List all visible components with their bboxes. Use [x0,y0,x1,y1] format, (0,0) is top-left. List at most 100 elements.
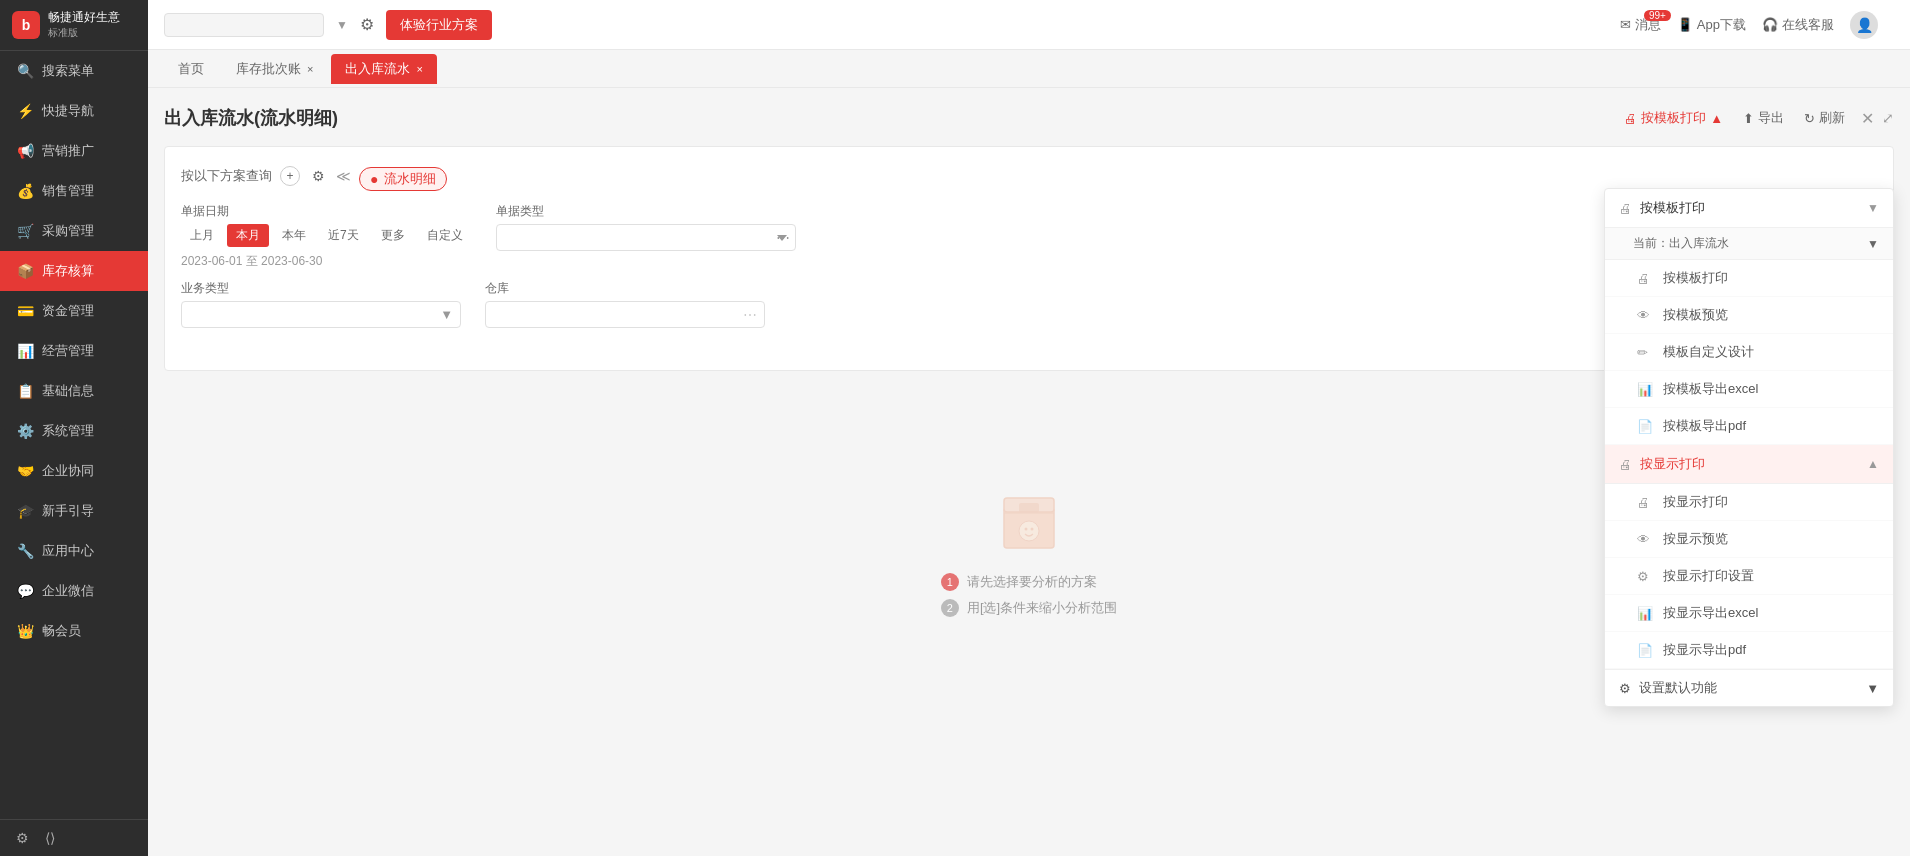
user-avatar[interactable]: 👤 [1850,11,1878,39]
date-btn-more[interactable]: 更多 [372,224,414,247]
hint-1-num: 1 [941,573,959,591]
dropdown-item-display-print[interactable]: 🖨 按显示打印 [1605,484,1893,521]
page-content: 出入库流水(流水明细) 🖨 按模板打印 ▲ ⬆ 导出 ↻ 刷新 [148,88,1910,856]
refresh-icon: ↻ [1804,111,1815,126]
window-expand-btn[interactable]: ⤢ [1882,110,1894,126]
sidebar-item-marketing[interactable]: 📢 营销推广 [0,131,148,171]
topbar-app-btn[interactable]: 📱 App下载 [1677,16,1746,34]
dropdown-item-template-pdf[interactable]: 📄 按模板导出pdf [1605,408,1893,445]
sidebar-item-operations[interactable]: 📊 经营管理 [0,331,148,371]
window-close-btn[interactable]: ✕ [1861,109,1874,128]
batch-tab-close[interactable]: × [307,63,313,75]
sidebar-item-label: 企业微信 [42,582,94,600]
display-preview-label: 按显示预览 [1663,530,1728,548]
apps-icon: 🔧 [16,542,34,560]
basic-icon: 📋 [16,382,34,400]
display-settings-label: 按显示打印设置 [1663,567,1754,585]
flow-tab-close[interactable]: × [416,63,422,75]
topbar-msg-btn[interactable]: ✉ 消息 99+ [1620,16,1661,34]
tab-batch[interactable]: 库存批次账 × [222,54,327,84]
template-section-arrow: ▼ [1867,201,1879,215]
display-print-item-label: 按显示打印 [1663,493,1728,511]
dropdown-footer[interactable]: ⚙ 设置默认功能 ▼ [1605,669,1893,706]
date-filter-group: 单据日期 上月 本月 本年 近7天 更多 自定义 2023-06-01 至 20… [181,203,472,270]
sidebar: b 畅捷通好生意 标准版 🔍 搜索菜单 ⚡ 快捷导航 📢 营销推广 💰 销售管理… [0,0,148,856]
date-btn-7days[interactable]: 近7天 [319,224,368,247]
sidebar-item-corp[interactable]: 🤝 企业协同 [0,451,148,491]
template-custom-label: 模板自定义设计 [1663,343,1754,361]
sidebar-item-search[interactable]: 🔍 搜索菜单 [0,51,148,91]
export-btn[interactable]: ⬆ 导出 [1735,104,1792,132]
sidebar-item-label: 应用中心 [42,542,94,560]
display-print-section-header[interactable]: 🖨 按显示打印 ▲ [1605,445,1893,484]
topbar-search-input[interactable] [164,13,324,37]
printer-icon-display: 🖨 [1619,457,1632,472]
template-excel-label: 按模板导出excel [1663,380,1758,398]
app-name-block: 畅捷通好生意 标准版 [48,10,120,40]
industry-btn[interactable]: 体验行业方案 [386,10,492,40]
sales-icon: 💰 [16,182,34,200]
date-btn-this-month[interactable]: 本月 [227,224,269,247]
doctype-select[interactable] [496,224,796,251]
topbar-gear-icon[interactable]: ⚙ [360,15,374,34]
sidebar-item-finance[interactable]: 💳 资金管理 [0,291,148,331]
sidebar-item-purchase[interactable]: 🛒 采购管理 [0,211,148,251]
empty-state-icon [989,483,1069,563]
sidebar-item-basic[interactable]: 📋 基础信息 [0,371,148,411]
app-logo-icon: b [12,11,40,39]
sidebar-item-label: 快捷导航 [42,102,94,120]
app-version: 标准版 [48,26,120,40]
empty-hint-2: 2 用[选]条件来缩小分析范围 [941,599,1117,617]
sidebar-item-wechat[interactable]: 💬 企业微信 [0,571,148,611]
sidebar-item-label: 营销推广 [42,142,94,160]
export-icon: ⬆ [1743,111,1754,126]
empty-hint-1: 1 请先选择要分析的方案 [941,573,1117,591]
template-print-section-header[interactable]: 🖨 按模板打印 ▼ [1605,189,1893,228]
filter-settings-btn[interactable]: ⚙ [308,166,328,186]
tab-flow[interactable]: 出入库流水 × [331,54,436,84]
shortcut-icon: ⚡ [16,102,34,120]
dropdown-item-template-preview[interactable]: 👁 按模板预览 [1605,297,1893,334]
current-indicator: 当前：出入库流水 ▼ [1605,228,1893,260]
sidebar-item-newbie[interactable]: 🎓 新手引导 [0,491,148,531]
sidebar-item-inventory[interactable]: 📦 库存核算 [0,251,148,291]
topbar-service-btn[interactable]: 🎧 在线客服 [1762,16,1834,34]
sidebar-item-system[interactable]: ⚙️ 系统管理 [0,411,148,451]
dropdown-item-display-pdf[interactable]: 📄 按显示导出pdf [1605,632,1893,669]
tab-home[interactable]: 首页 [164,54,218,84]
warehouse-more-icon[interactable]: ⋯ [743,307,757,323]
sidebar-item-label: 企业协同 [42,462,94,480]
dropdown-item-template-excel[interactable]: 📊 按模板导出excel [1605,371,1893,408]
hint-2-num: 2 [941,599,959,617]
refresh-btn[interactable]: ↻ 刷新 [1796,104,1853,132]
sidebar-item-member[interactable]: 👑 畅会员 [0,611,148,651]
sidebar-item-label: 系统管理 [42,422,94,440]
sidebar-item-sales[interactable]: 💰 销售管理 [0,171,148,211]
sidebar-item-apps[interactable]: 🔧 应用中心 [0,531,148,571]
dropdown-item-display-excel[interactable]: 📊 按显示导出excel [1605,595,1893,632]
dropdown-item-template-print[interactable]: 🖨 按模板打印 [1605,260,1893,297]
biztype-select[interactable] [181,301,461,328]
dropdown-item-display-preview[interactable]: 👁 按显示预览 [1605,521,1893,558]
filter-collapse-btn[interactable]: ≪ [336,168,351,184]
active-filter-tag[interactable]: ● 流水明细 [359,167,447,191]
sidebar-settings-btn[interactable]: ⚙ [16,830,29,846]
svg-point-4 [1019,521,1039,541]
dropdown-item-display-settings[interactable]: ⚙ 按显示打印设置 [1605,558,1893,595]
newbie-icon: 🎓 [16,502,34,520]
sidebar-collapse-btn[interactable]: ⟨⟩ [45,830,55,846]
printer-icon-template: 🖨 [1619,201,1632,216]
date-btn-this-year[interactable]: 本年 [273,224,315,247]
date-btn-last-month[interactable]: 上月 [181,224,223,247]
warehouse-input[interactable] [485,301,765,328]
filter-label: 按以下方案查询 [181,167,272,185]
topbar-dropdown-arrow[interactable]: ▼ [336,18,348,32]
dropdown-item-template-custom[interactable]: ✏ 模板自定义设计 [1605,334,1893,371]
purchase-icon: 🛒 [16,222,34,240]
filter-add-btn[interactable]: + [280,166,300,186]
date-btn-custom[interactable]: 自定义 [418,224,472,247]
sidebar-item-shortcut[interactable]: ⚡ 快捷导航 [0,91,148,131]
print-dropdown: 🖨 按模板打印 ▼ 当前：出入库流水 ▼ 🖨 按模板打印 👁 按模板预览 [1604,188,1894,707]
doctype-more-btn[interactable]: ⋯ [776,230,790,246]
print-template-btn[interactable]: 🖨 按模板打印 ▲ [1616,104,1731,132]
